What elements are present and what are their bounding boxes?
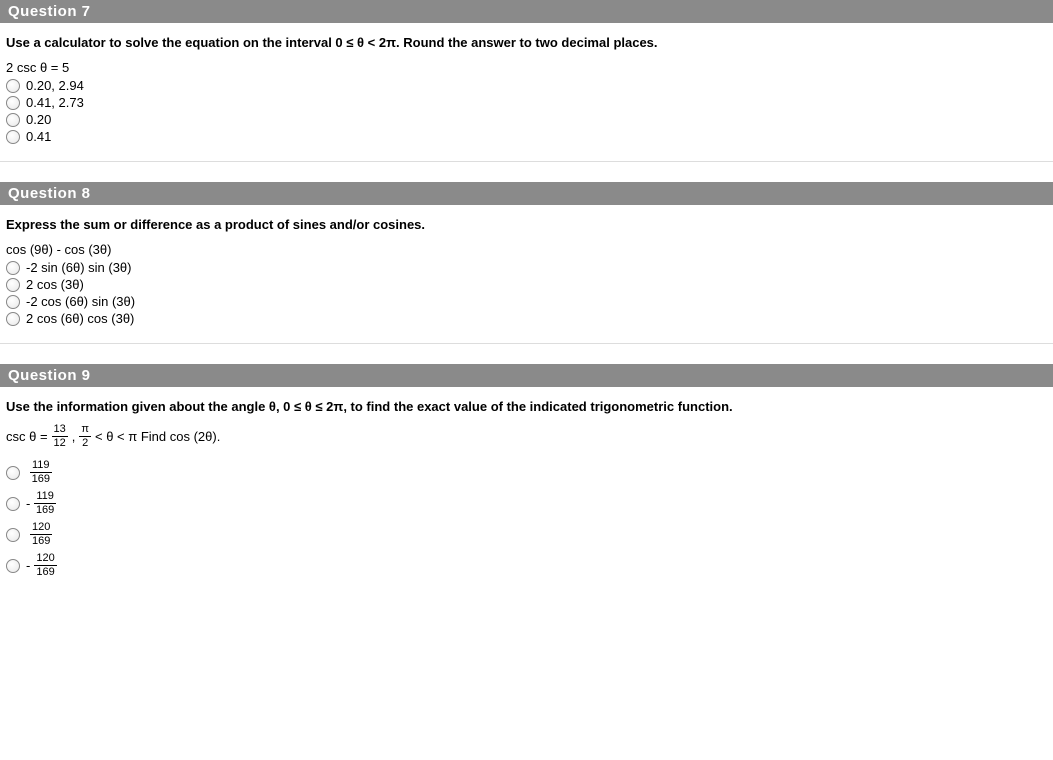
- question-7: Question 7 Use a calculator to solve the…: [0, 0, 1053, 162]
- option-row[interactable]: 119 169: [6, 457, 1047, 488]
- option-row[interactable]: 2 cos (3θ): [6, 276, 1047, 293]
- question-9: Question 9 Use the information given abo…: [0, 364, 1053, 589]
- options-group: 0.20, 2.94 0.41, 2.73 0.20 0.41: [0, 77, 1053, 153]
- option-label: 0.41: [26, 129, 51, 144]
- radio-icon[interactable]: [6, 466, 20, 480]
- options-group: 119 169 - 119 169 120 169 - 120: [0, 457, 1053, 589]
- radio-icon[interactable]: [6, 79, 20, 93]
- question-equation: 2 csc θ = 5: [0, 60, 1053, 77]
- denominator: 2: [82, 437, 88, 449]
- option-row[interactable]: 120 169: [6, 519, 1047, 550]
- radio-icon[interactable]: [6, 559, 20, 573]
- comma: ,: [72, 429, 76, 444]
- option-row[interactable]: - 120 169: [6, 550, 1047, 581]
- question-instruction: Express the sum or difference as a produ…: [0, 205, 1053, 242]
- fraction: 120 169: [34, 553, 56, 578]
- option-row[interactable]: -2 cos (6θ) sin (3θ): [6, 293, 1047, 310]
- radio-icon[interactable]: [6, 96, 20, 110]
- question-8: Question 8 Express the sum or difference…: [0, 182, 1053, 344]
- eq-suffix: < θ < π Find cos (2θ).: [95, 429, 220, 444]
- radio-icon[interactable]: [6, 528, 20, 542]
- eq-prefix: csc θ =: [6, 429, 48, 444]
- denominator: 169: [32, 473, 50, 485]
- question-equation: cos (9θ) - cos (3θ): [0, 242, 1053, 259]
- option-row[interactable]: -2 sin (6θ) sin (3θ): [6, 259, 1047, 276]
- option-row[interactable]: 0.41: [6, 128, 1047, 145]
- options-group: -2 sin (6θ) sin (3θ) 2 cos (3θ) -2 cos (…: [0, 259, 1053, 335]
- fraction: 13 12: [52, 424, 68, 449]
- denominator: 12: [54, 437, 66, 449]
- radio-icon[interactable]: [6, 130, 20, 144]
- negative-sign: -: [26, 496, 30, 511]
- question-equation: csc θ = 13 12 , π 2 < θ < π Find cos (2θ…: [0, 424, 1053, 457]
- option-label: 0.41, 2.73: [26, 95, 84, 110]
- radio-icon[interactable]: [6, 278, 20, 292]
- option-row[interactable]: 0.20: [6, 111, 1047, 128]
- question-instruction: Use a calculator to solve the equation o…: [0, 23, 1053, 60]
- divider: [0, 161, 1053, 162]
- question-header: Question 9: [0, 364, 1053, 387]
- option-row[interactable]: 2 cos (6θ) cos (3θ): [6, 310, 1047, 327]
- numerator: 120: [30, 522, 52, 535]
- option-label: 0.20: [26, 112, 51, 127]
- option-label: -2 cos (6θ) sin (3θ): [26, 294, 135, 309]
- question-header: Question 7: [0, 0, 1053, 23]
- denominator: 169: [32, 535, 50, 547]
- radio-icon[interactable]: [6, 295, 20, 309]
- fraction: 119 169: [34, 491, 56, 516]
- numerator: 119: [30, 460, 52, 473]
- radio-icon[interactable]: [6, 113, 20, 127]
- option-label: -2 sin (6θ) sin (3θ): [26, 260, 131, 275]
- fraction: 120 169: [30, 522, 52, 547]
- divider: [0, 343, 1053, 344]
- radio-icon[interactable]: [6, 312, 20, 326]
- denominator: 169: [36, 566, 54, 578]
- fraction: π 2: [79, 424, 91, 449]
- question-instruction: Use the information given about the angl…: [0, 387, 1053, 424]
- option-label: 2 cos (3θ): [26, 277, 84, 292]
- option-label: 0.20, 2.94: [26, 78, 84, 93]
- denominator: 169: [36, 504, 54, 516]
- numerator: π: [79, 424, 91, 437]
- question-header: Question 8: [0, 182, 1053, 205]
- option-row[interactable]: 0.20, 2.94: [6, 77, 1047, 94]
- numerator: 13: [52, 424, 68, 437]
- radio-icon[interactable]: [6, 261, 20, 275]
- option-row[interactable]: - 119 169: [6, 488, 1047, 519]
- numerator: 120: [34, 553, 56, 566]
- option-label: 2 cos (6θ) cos (3θ): [26, 311, 134, 326]
- numerator: 119: [34, 491, 56, 504]
- fraction: 119 169: [30, 460, 52, 485]
- radio-icon[interactable]: [6, 497, 20, 511]
- option-row[interactable]: 0.41, 2.73: [6, 94, 1047, 111]
- negative-sign: -: [26, 558, 30, 573]
